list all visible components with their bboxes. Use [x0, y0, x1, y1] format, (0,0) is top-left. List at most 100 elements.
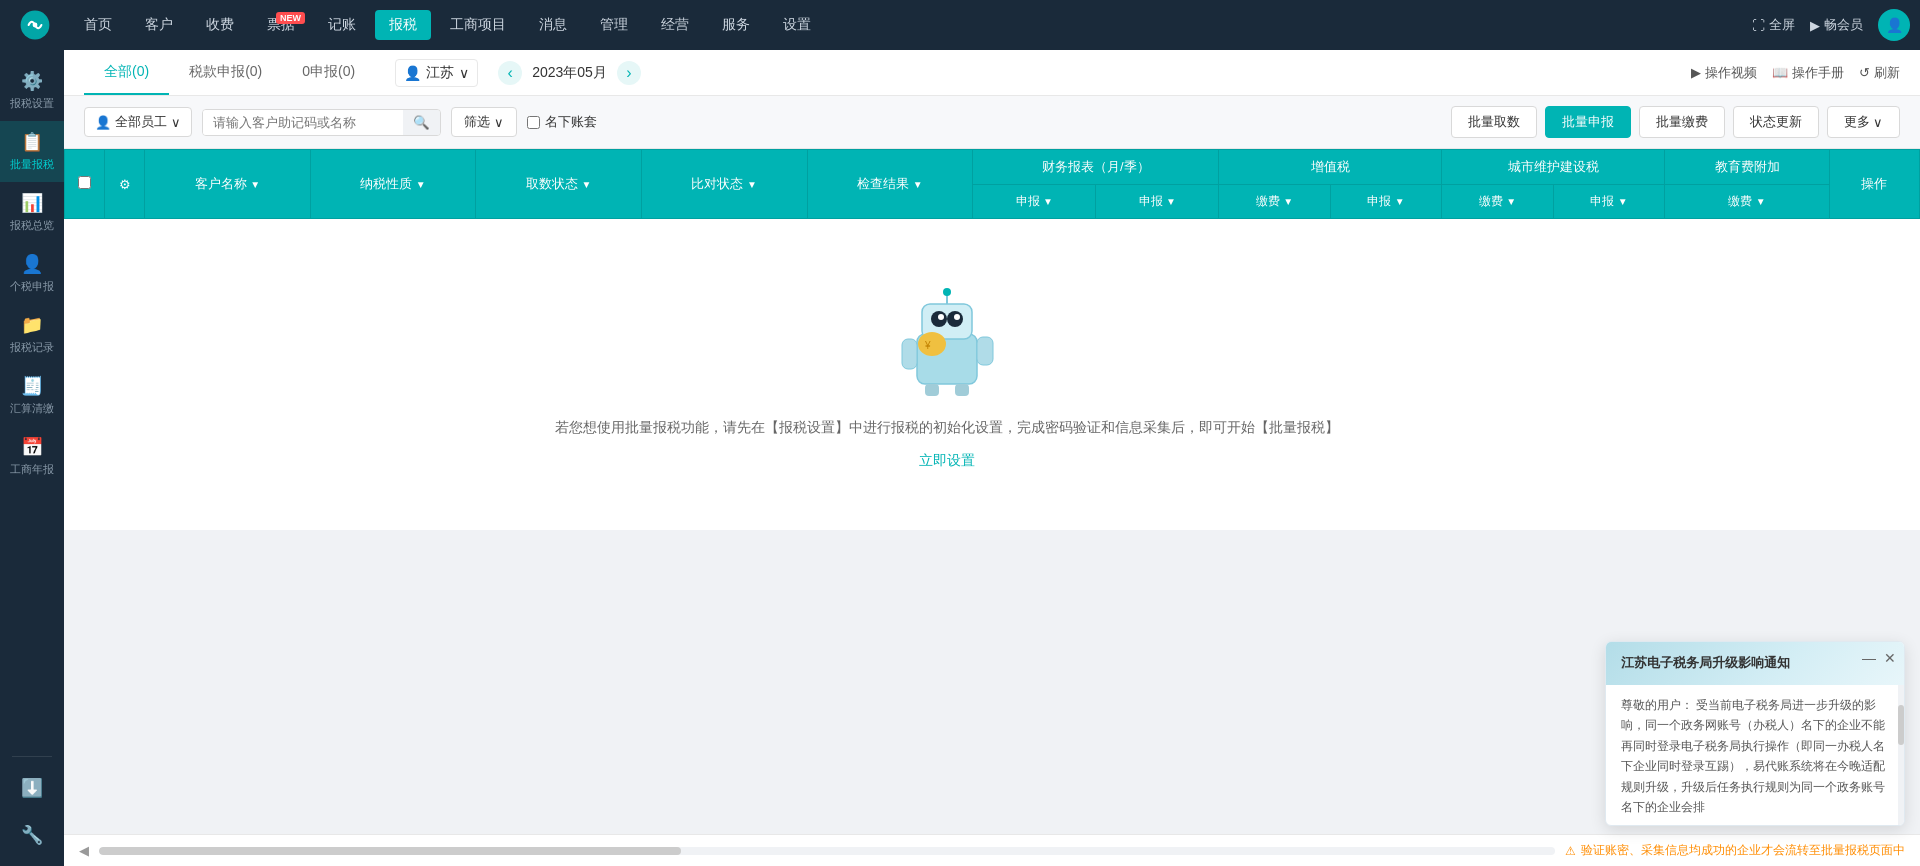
sort-customer-icon[interactable]: ▼ — [250, 179, 260, 190]
region-select[interactable]: 👤 江苏 ∨ — [395, 59, 478, 87]
sidebar-bottom: ⬇️ 🔧 — [0, 751, 64, 866]
sidebar-item-tax-record[interactable]: 📁 报税记录 — [0, 304, 64, 365]
sidebar-item-tax-settings[interactable]: ⚙️ 报税设置 — [0, 60, 64, 121]
batch-pay-btn[interactable]: 批量缴费 — [1639, 106, 1725, 138]
sidebar-label-annual-report: 工商年报 — [10, 462, 54, 477]
svg-point-1 — [33, 23, 38, 28]
sort-fin-declare-icon[interactable]: ▼ — [1043, 196, 1053, 207]
operation-video-link[interactable]: ▶ 操作视频 — [1691, 64, 1757, 82]
nav-service[interactable]: 服务 — [708, 10, 764, 40]
nav-settings[interactable]: 设置 — [769, 10, 825, 40]
account-set-checkbox-label[interactable]: 名下账套 — [527, 113, 597, 131]
sidebar-item-settlement[interactable]: 🧾 汇算清缴 — [0, 365, 64, 426]
sidebar: ⚙️ 报税设置 📋 批量报税 📊 报税总览 👤 个税申报 📁 报税记录 🧾 汇算… — [0, 50, 64, 866]
annual-report-icon: 📅 — [21, 436, 43, 458]
table-container: ⚙ 客户名称 ▼ 纳税性质 ▼ 取数状态 ▼ 比对状态 ▼ 检查结果 ▼ — [64, 149, 1920, 530]
account-set-checkbox[interactable] — [527, 116, 540, 129]
new-badge: NEW — [276, 12, 305, 24]
th-edu-tax: 教育费附加 — [1665, 150, 1830, 185]
tab-right-actions: ▶ 操作视频 📖 操作手册 ↺ 刷新 — [1691, 64, 1900, 82]
employee-select[interactable]: 👤 全部员工 ∨ — [84, 107, 192, 137]
th-urban-tax: 城市维护建设税 — [1442, 150, 1665, 185]
sidebar-item-tax-overview[interactable]: 📊 报税总览 — [0, 182, 64, 243]
sort-fetch-icon[interactable]: ▼ — [581, 179, 591, 190]
sidebar-item-annual-report[interactable]: 📅 工商年报 — [0, 426, 64, 487]
status-update-btn[interactable]: 状态更新 — [1733, 106, 1819, 138]
batch-fetch-btn[interactable]: 批量取数 — [1451, 106, 1537, 138]
fullscreen-icon: ⛶ — [1752, 18, 1765, 33]
avatar[interactable]: 👤 — [1878, 9, 1910, 41]
top-nav: 首页 客户 收费 票据 NEW 记账 报税 工商项目 消息 管理 经营 服务 设… — [0, 0, 1920, 50]
tab-zero-declare[interactable]: 0申报(0) — [282, 51, 375, 95]
nav-right: ⛶ 全屏 ▶ 畅会员 👤 — [1752, 9, 1910, 41]
person-icon: 👤 — [404, 65, 421, 81]
search-button[interactable]: 🔍 — [403, 110, 440, 135]
sort-urban-declare-icon[interactable]: ▼ — [1395, 196, 1405, 207]
refresh-link[interactable]: ↺ 刷新 — [1859, 64, 1900, 82]
more-btn[interactable]: 更多 ∨ — [1827, 106, 1900, 138]
th-gear[interactable]: ⚙ — [105, 150, 145, 219]
setup-link[interactable]: 立即设置 — [919, 452, 975, 470]
horizontal-scrollbar[interactable] — [99, 847, 1555, 855]
notification-scrollbar[interactable] — [1898, 685, 1904, 825]
nav-operation[interactable]: 经营 — [647, 10, 703, 40]
notification-close-btn[interactable]: ✕ — [1884, 650, 1896, 666]
sort-urban-pay-icon[interactable]: ▼ — [1506, 196, 1516, 207]
fullscreen-btn[interactable]: ⛶ 全屏 — [1752, 16, 1795, 34]
filter-btn[interactable]: 筛选 ∨ — [451, 107, 517, 137]
tab-all[interactable]: 全部(0) — [84, 51, 169, 95]
filter-right-actions: 批量取数 批量申报 批量缴费 状态更新 更多 ∨ — [1451, 106, 1900, 138]
nav-fee[interactable]: 收费 — [192, 10, 248, 40]
sort-vat-declare-icon[interactable]: ▼ — [1166, 196, 1176, 207]
search-input[interactable] — [203, 110, 403, 135]
chevron-down-icon: ∨ — [459, 65, 469, 81]
scrollbar-thumb — [99, 847, 681, 855]
tax-overview-icon: 📊 — [21, 192, 43, 214]
prev-month-btn[interactable]: ‹ — [498, 61, 522, 85]
operation-manual-link[interactable]: 📖 操作手册 — [1772, 64, 1844, 82]
th-urban-pay: 缴费 ▼ — [1442, 185, 1554, 219]
batch-declare-btn[interactable]: 批量申报 — [1545, 106, 1631, 138]
main-table: ⚙ 客户名称 ▼ 纳税性质 ▼ 取数状态 ▼ 比对状态 ▼ 检查结果 ▼ — [64, 149, 1920, 530]
th-customer-name: 客户名称 ▼ — [145, 150, 311, 219]
sidebar-label-tax-record: 报税记录 — [10, 340, 54, 355]
th-vat-declare: 申报 ▼ — [1096, 185, 1219, 219]
settlement-icon: 🧾 — [21, 375, 43, 397]
filter-label: 筛选 — [464, 113, 490, 131]
sort-edu-pay-icon[interactable]: ▼ — [1756, 196, 1766, 207]
sidebar-item-user-settings[interactable]: 🔧 — [0, 814, 64, 856]
more-chevron-icon: ∨ — [1873, 115, 1883, 130]
nav-business[interactable]: 工商项目 — [436, 10, 520, 40]
sort-vat-pay-icon[interactable]: ▼ — [1283, 196, 1293, 207]
sidebar-item-download[interactable]: ⬇️ — [0, 767, 64, 809]
select-all-checkbox[interactable] — [78, 176, 91, 189]
user-settings-icon: 🔧 — [21, 824, 43, 846]
nav-customer[interactable]: 客户 — [131, 10, 187, 40]
tax-record-icon: 📁 — [21, 314, 43, 336]
vip-btn[interactable]: ▶ 畅会员 — [1810, 16, 1863, 34]
sort-taxtype-icon[interactable]: ▼ — [416, 179, 426, 190]
nav-invoice[interactable]: 票据 NEW — [253, 10, 309, 40]
sidebar-label-personal-tax: 个税申报 — [10, 279, 54, 294]
notification-minimize-btn[interactable]: — — [1862, 650, 1876, 666]
nav-message[interactable]: 消息 — [525, 10, 581, 40]
sort-check-icon[interactable]: ▼ — [913, 179, 923, 190]
nav-accounting[interactable]: 记账 — [314, 10, 370, 40]
bottom-bar: ◀ ⚠ 验证账密、采集信息均成功的企业才会流转至批量报税页面中 — [64, 834, 1920, 866]
sidebar-item-personal-tax[interactable]: 👤 个税申报 — [0, 243, 64, 304]
nav-manage[interactable]: 管理 — [586, 10, 642, 40]
tab-tax-declare[interactable]: 税款申报(0) — [169, 51, 282, 95]
th-vat: 增值税 — [1219, 150, 1442, 185]
sidebar-divider — [12, 756, 52, 757]
th-edu-declare: 申报 ▼ — [1553, 185, 1665, 219]
next-month-btn[interactable]: › — [617, 61, 641, 85]
nav-home[interactable]: 首页 — [70, 10, 126, 40]
sidebar-item-batch-tax[interactable]: 📋 批量报税 — [0, 121, 64, 182]
th-checkbox[interactable] — [65, 150, 105, 219]
sort-compare-icon[interactable]: ▼ — [747, 179, 757, 190]
prev-page-arrow[interactable]: ◀ — [79, 843, 89, 858]
employee-icon: 👤 — [95, 115, 111, 130]
nav-tax[interactable]: 报税 — [375, 10, 431, 40]
sort-edu-declare-icon[interactable]: ▼ — [1618, 196, 1628, 207]
month-display: 2023年05月 — [532, 64, 607, 82]
